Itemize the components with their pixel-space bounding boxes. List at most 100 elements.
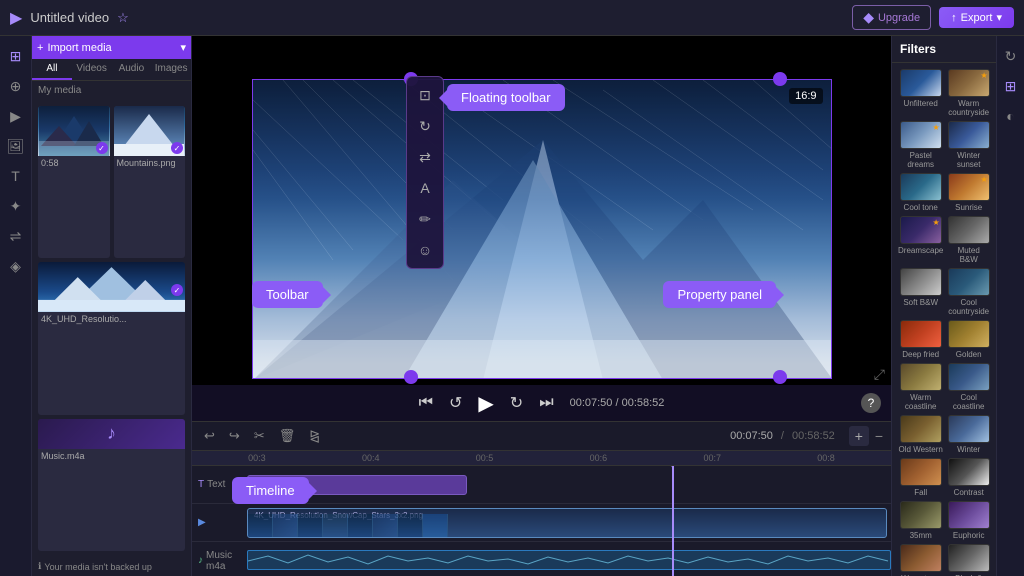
filter-item-pastel[interactable]: ★Pastel dreams: [898, 121, 943, 169]
floating-toolbar: ⊡ ↻ ⇄ A ✏ ☺: [406, 76, 444, 269]
resize-handle-tr[interactable]: [773, 72, 787, 86]
filter-item-35mm[interactable]: 35mm: [898, 501, 943, 540]
tab-audio[interactable]: Audio: [112, 59, 152, 80]
sticker-button[interactable]: ☺: [411, 236, 439, 264]
filter-item-coolcountry[interactable]: Cool countryside: [947, 268, 990, 316]
star-trails-overlay: [253, 80, 831, 378]
sidebar-item-turn[interactable]: ↻: [999, 44, 1023, 68]
filters-header: Filters: [892, 36, 996, 63]
filter-item-softbw[interactable]: Soft B&W: [898, 268, 943, 316]
preview-canvas: 16:9: [192, 36, 891, 421]
media-item-video[interactable]: ✓ 0:58: [38, 106, 110, 258]
sidebar-item-record-create[interactable]: ⊕: [4, 74, 28, 98]
sidebar-item-filters[interactable]: ⊞: [999, 74, 1023, 98]
timeline-ruler: 00:3 00:4 00:5 00:6 00:7 00:8: [192, 451, 891, 466]
filter-item-dreamscape[interactable]: ★Dreamscape: [898, 216, 943, 264]
ruler-mark-1: 00:3: [200, 453, 314, 463]
draw-button[interactable]: ✏: [411, 205, 439, 233]
filter-item-oldwestern[interactable]: Old Western: [898, 415, 943, 454]
play-button[interactable]: ▶: [478, 391, 493, 416]
flip-button[interactable]: ⇄: [411, 143, 439, 171]
text-clip[interactable]: [247, 475, 467, 495]
filter-item-warmtone[interactable]: Warm tone film: [898, 544, 943, 576]
sidebar-item-transitions[interactable]: ⇌: [4, 224, 28, 248]
filter-label: Cool tone: [904, 203, 938, 212]
playhead[interactable]: [672, 466, 674, 576]
undo-button[interactable]: ↩: [200, 426, 219, 446]
sidebar-item-adjust[interactable]: ◐: [999, 104, 1023, 128]
media-tabs: All Videos Audio Images: [32, 59, 191, 81]
filter-item-deepfried[interactable]: Deep fried: [898, 320, 943, 359]
filter-item-coolcoast[interactable]: Cool coastline: [947, 363, 990, 411]
top-bar-right: ◆ Upgrade ↑ Export ▾: [852, 5, 1014, 30]
filter-item-euphoric[interactable]: Euphoric: [947, 501, 990, 540]
sidebar-item-graphics[interactable]: ✦: [4, 194, 28, 218]
filter-item-winter[interactable]: Winter sunset: [947, 121, 990, 169]
filter-item-golden[interactable]: Golden: [947, 320, 990, 359]
zoom-in-button[interactable]: +: [849, 426, 869, 446]
cut-button[interactable]: ✂: [250, 426, 269, 446]
resize-handle-bl[interactable]: [404, 370, 418, 384]
sidebar-item-text[interactable]: T: [4, 164, 28, 188]
sidebar-item-my-media[interactable]: ⊞: [4, 44, 28, 68]
skip-forward-button[interactable]: ⏭: [539, 394, 553, 412]
zoom-out-button[interactable]: −: [875, 428, 883, 444]
resize-handle-br[interactable]: [773, 370, 787, 384]
track-content-text[interactable]: [247, 466, 891, 503]
filter-label: 35mm: [910, 531, 932, 540]
resize-icon[interactable]: ⤢: [874, 366, 885, 383]
redo-button[interactable]: ↪: [225, 426, 244, 446]
filter-item-cool[interactable]: Cool tone: [898, 173, 943, 212]
filter-item-mutedbw[interactable]: Muted B&W: [947, 216, 990, 264]
ruler-mark-4: 00:6: [541, 453, 655, 463]
track-content-video[interactable]: 4K_UHD_Resolution_SnowCap_Stars_3x2.png: [247, 504, 891, 541]
filter-label: Winter sunset: [947, 151, 990, 169]
step-back-button[interactable]: ↺: [449, 393, 462, 413]
export-button[interactable]: ↑ Export ▾: [939, 7, 1014, 28]
text-button[interactable]: A: [411, 174, 439, 202]
track-label-video: ▶: [192, 517, 247, 528]
skip-back-button[interactable]: ⏮: [419, 394, 433, 412]
backup-status: ℹ Your media isn't backed up: [32, 557, 191, 576]
filter-label: Unfiltered: [904, 99, 938, 108]
filter-item-blackwhite[interactable]: Black & white 2: [947, 544, 990, 576]
track-row-video: ▶ 4K_UHD_Resolution_SnowCap_Stars_3x2.pn…: [192, 504, 891, 542]
filter-item-winter2[interactable]: Winter: [947, 415, 990, 454]
filter-item-sunrise[interactable]: ★Sunrise: [947, 173, 990, 212]
upgrade-button[interactable]: ◆ Upgrade: [852, 5, 931, 30]
sidebar-item-stock-images[interactable]: 🖼: [4, 134, 28, 158]
text-track-icon: T: [198, 479, 204, 490]
filter-item-unfiltered[interactable]: Unfiltered: [898, 69, 943, 117]
split-button[interactable]: ⧎: [305, 426, 324, 446]
crop-button[interactable]: ⊡: [411, 81, 439, 109]
sidebar-item-stock-video[interactable]: ▶: [4, 104, 28, 128]
media-item-image[interactable]: ✓ Mountains.png: [114, 106, 186, 258]
star-icon: ☆: [117, 10, 129, 26]
track-content-audio[interactable]: [247, 542, 891, 576]
timeline-time: 00:07:50: [730, 430, 773, 442]
help-button[interactable]: ?: [861, 393, 881, 413]
filter-item-contrast[interactable]: Contrast: [947, 458, 990, 497]
rotate-button[interactable]: ↻: [411, 112, 439, 140]
video-title: Untitled video: [30, 10, 109, 25]
step-forward-button[interactable]: ↻: [510, 393, 523, 413]
top-bar-left: ▶ Untitled video ☆: [10, 8, 852, 28]
filter-item-warmcoast[interactable]: Warm coastline: [898, 363, 943, 411]
tab-images[interactable]: Images: [151, 59, 191, 80]
export-chevron-icon: ▾: [996, 11, 1002, 24]
media-item-audio[interactable]: ♪ Music.m4a: [38, 419, 185, 551]
filter-item-fall[interactable]: Fall: [898, 458, 943, 497]
sidebar-item-brand-kit[interactable]: ◈: [4, 254, 28, 278]
video-clip[interactable]: 4K_UHD_Resolution_SnowCap_Stars_3x2.png: [247, 508, 887, 538]
audio-clip[interactable]: [247, 550, 891, 570]
media-item-label-2: Mountains.png: [114, 156, 186, 170]
filter-item-warm[interactable]: ★Warm countryside: [947, 69, 990, 117]
import-media-button[interactable]: + Import media ▾: [32, 36, 191, 59]
media-item-4k[interactable]: ✓ 4K_UHD_Resolutio...: [38, 262, 185, 414]
tab-videos[interactable]: Videos: [72, 59, 112, 80]
tab-all[interactable]: All: [32, 59, 72, 80]
delete-button[interactable]: 🗑: [275, 426, 300, 446]
right-sidebar: ↻ ⊞ ◐: [996, 36, 1024, 576]
filter-label: Old Western: [899, 445, 943, 454]
media-item-label-4: Music.m4a: [38, 449, 185, 463]
